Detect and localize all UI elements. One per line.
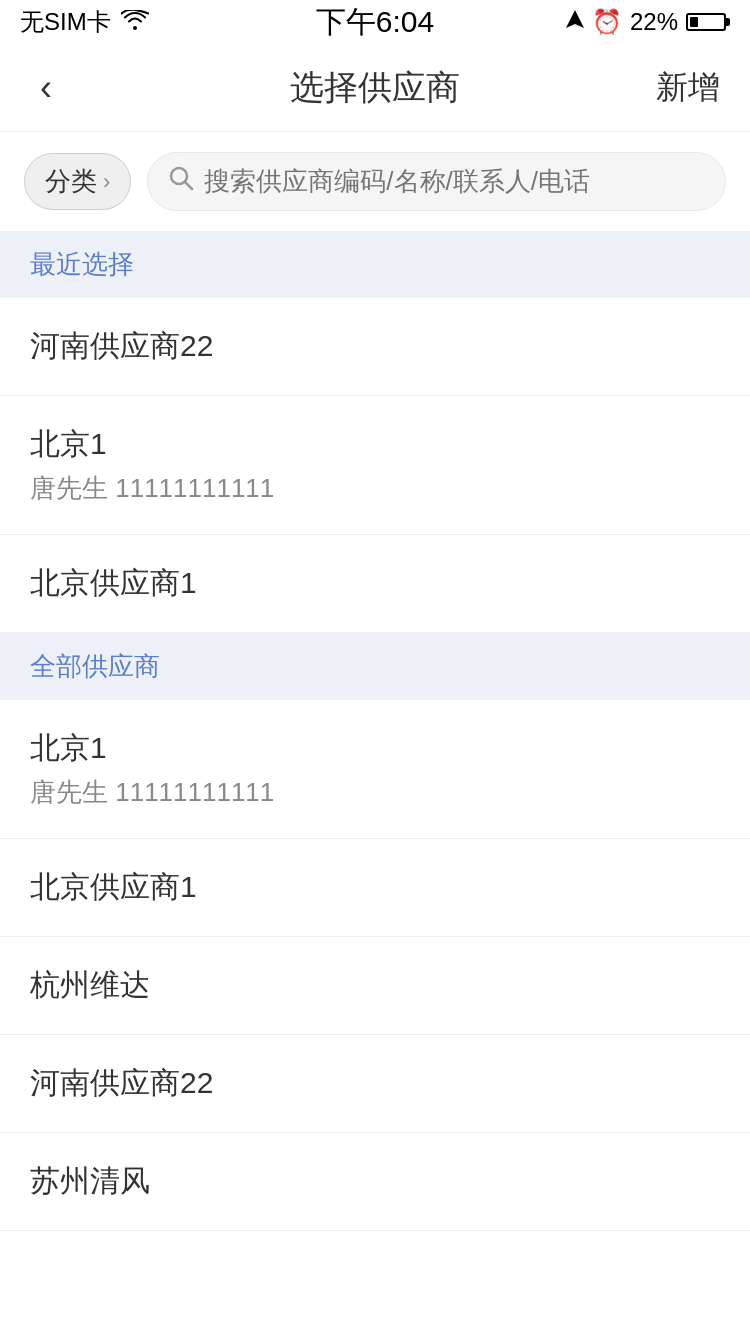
no-sim-label: 无SIM卡 (20, 6, 111, 38)
item-sub: 唐先生 11111111111 (30, 775, 720, 810)
item-name: 北京供应商1 (30, 563, 720, 604)
status-left: 无SIM卡 (20, 6, 149, 38)
item-name: 北京1 (30, 424, 720, 465)
list-item[interactable]: 北京供应商1 (0, 535, 750, 633)
list-item[interactable]: 北京1 唐先生 11111111111 (0, 700, 750, 839)
alarm-icon: ⏰ (592, 8, 622, 36)
search-box[interactable] (147, 152, 726, 211)
battery-percent: 22% (630, 8, 678, 36)
item-name: 杭州维达 (30, 965, 720, 1006)
list-item[interactable]: 河南供应商22 (0, 298, 750, 396)
svg-line-1 (185, 182, 192, 189)
chevron-right-icon: › (103, 169, 110, 195)
wifi-icon (121, 8, 149, 36)
battery-icon (686, 13, 730, 31)
item-name: 苏州清风 (30, 1161, 720, 1202)
item-name: 北京1 (30, 728, 720, 769)
section-header-all: 全部供应商 (0, 633, 750, 700)
nav-bar: ‹ 选择供应商 新增 (0, 44, 750, 132)
search-input[interactable] (204, 166, 705, 197)
section-header-recent: 最近选择 (0, 231, 750, 298)
item-name: 河南供应商22 (30, 326, 720, 367)
list-item[interactable]: 苏州清风 (0, 1133, 750, 1231)
category-button[interactable]: 分类 › (24, 153, 131, 210)
list-item[interactable]: 北京供应商1 (0, 839, 750, 937)
supplier-list: 最近选择河南供应商22 北京1 唐先生 11111111111 北京供应商1 全部供应商… (0, 231, 750, 1231)
item-sub: 唐先生 11111111111 (30, 471, 720, 506)
status-bar: 无SIM卡 下午6:04 ⏰ 22% (0, 0, 750, 44)
list-item[interactable]: 北京1 唐先生 11111111111 (0, 396, 750, 535)
item-name: 河南供应商22 (30, 1063, 720, 1104)
status-right: ⏰ 22% (566, 8, 730, 36)
back-button[interactable]: ‹ (30, 57, 62, 119)
page-title: 选择供应商 (290, 65, 460, 111)
category-label: 分类 (45, 164, 97, 199)
filter-bar: 分类 › (0, 132, 750, 231)
search-icon (168, 165, 194, 198)
status-time: 下午6:04 (316, 2, 434, 43)
list-item[interactable]: 河南供应商22 (0, 1035, 750, 1133)
list-item[interactable]: 杭州维达 (0, 937, 750, 1035)
item-name: 北京供应商1 (30, 867, 720, 908)
add-button[interactable]: 新增 (656, 66, 720, 110)
location-icon (566, 8, 584, 36)
